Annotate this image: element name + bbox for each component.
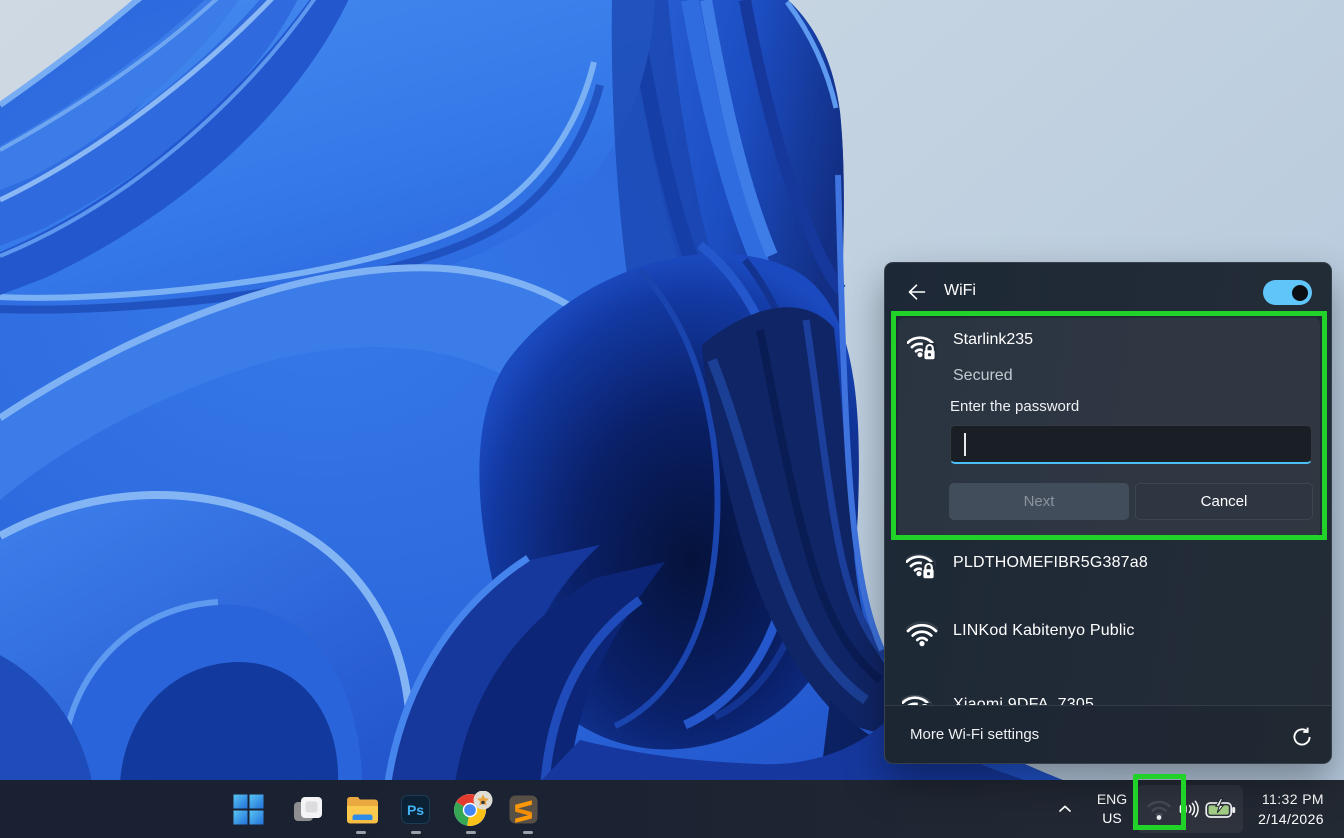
svg-text:Ps: Ps xyxy=(407,802,424,818)
